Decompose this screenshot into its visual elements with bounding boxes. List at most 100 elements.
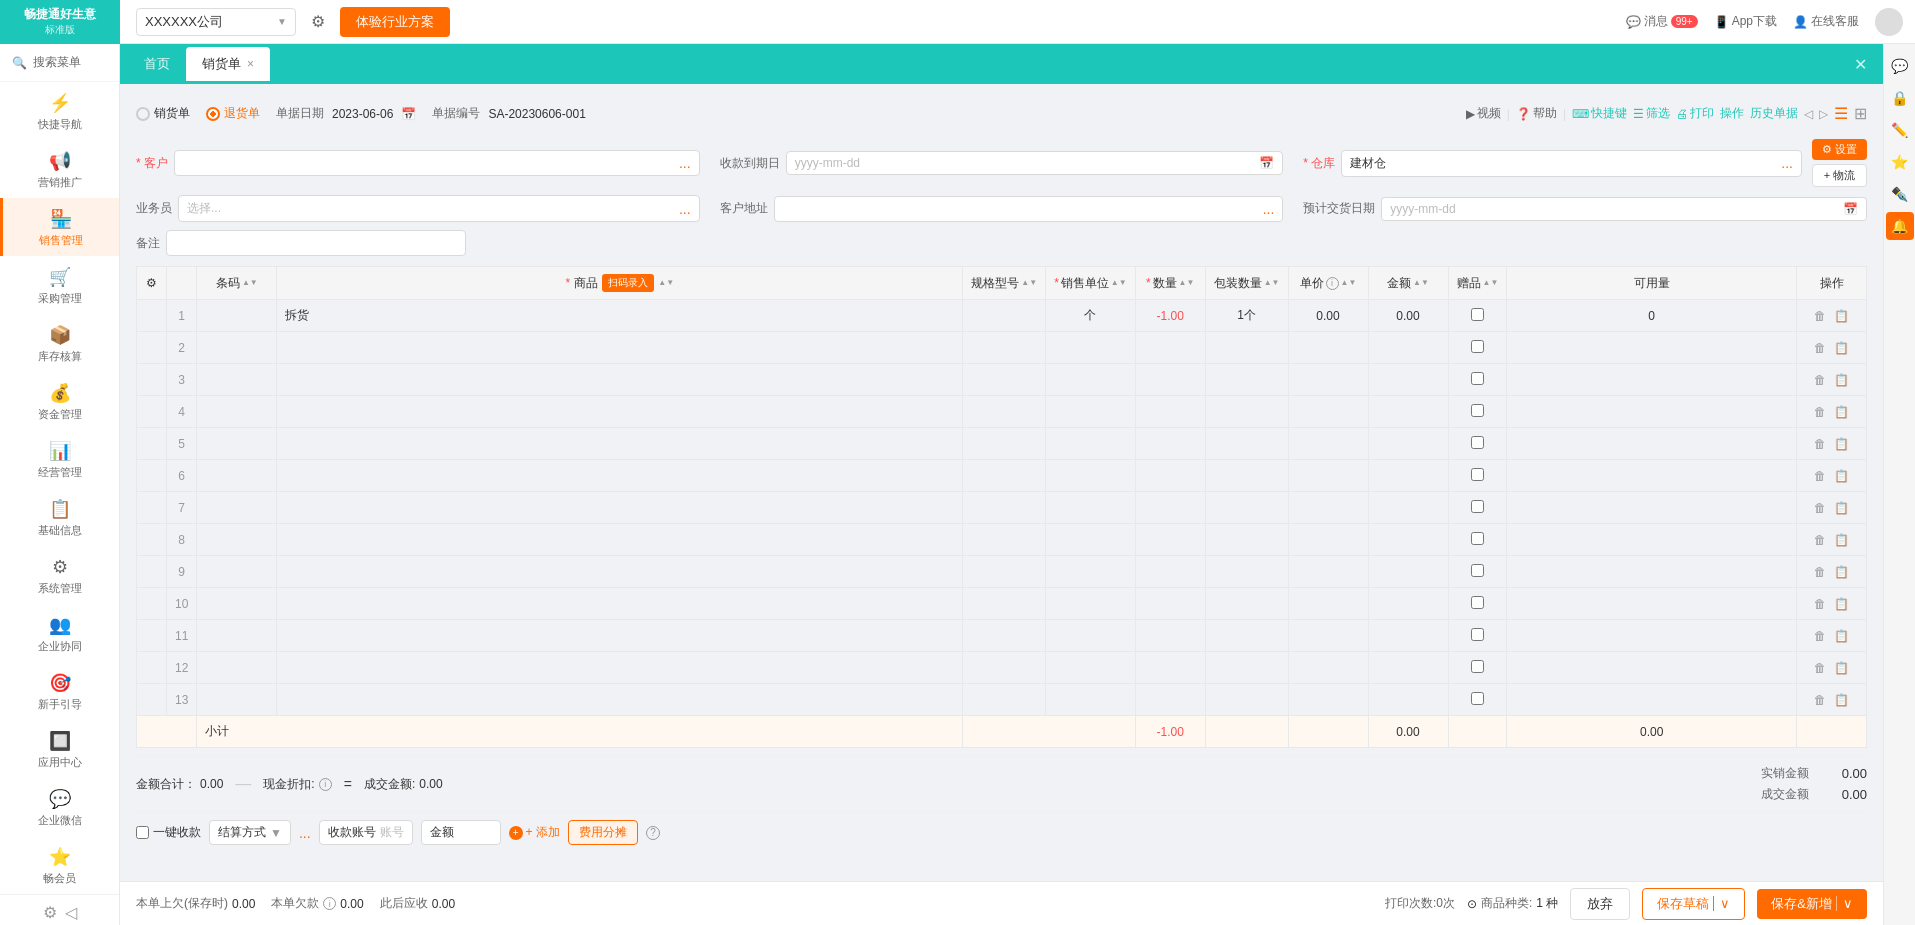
sidebar-item-inventory[interactable]: 📦 库存核算 [0,314,119,372]
account-select[interactable]: 收款账号 账号 [319,820,413,845]
right-panel-pen-icon[interactable]: ✒️ [1886,180,1914,208]
customer-dots[interactable]: ... [679,155,691,171]
sidebar-item-basic-info[interactable]: 📋 基础信息 [0,488,119,546]
video-btn[interactable]: ▶视频 [1466,105,1501,122]
copy-row-icon[interactable]: 📋 [1834,693,1849,707]
right-panel-lock-icon[interactable]: 🔒 [1886,84,1914,112]
sidebar-item-apps[interactable]: 🔲 应用中心 [0,720,119,778]
list-view-icon[interactable]: ☰ [1834,104,1848,123]
delete-row-icon[interactable]: 🗑 [1814,565,1826,579]
amount-input[interactable]: 金额 [421,820,501,845]
sidebar-item-system[interactable]: ⚙ 系统管理 [0,546,119,604]
gift-checkbox[interactable] [1471,532,1484,545]
gift-checkbox[interactable] [1471,436,1484,449]
sidebar-item-guide[interactable]: 🎯 新手引导 [0,662,119,720]
next-page-icon[interactable]: ▷ [1819,107,1828,121]
history-btn[interactable]: 历史单据 [1750,105,1798,122]
salesperson-input[interactable]: 选择... ... [178,195,700,222]
address-input[interactable]: ... [774,196,1284,222]
copy-row-icon[interactable]: 📋 [1834,597,1849,611]
delete-row-icon[interactable]: 🗑 [1814,437,1826,451]
one-click-payment-checkbox[interactable]: 一键收款 [136,824,201,841]
calendar3-icon[interactable]: 📅 [1843,202,1858,216]
copy-row-icon[interactable]: 📋 [1834,533,1849,547]
tab-sales[interactable]: 销货单 × [186,47,270,81]
save-new-dropdown-icon[interactable]: ∨ [1836,896,1853,911]
company-selector[interactable]: XXXXXX公司 ▼ [136,8,296,36]
right-panel-edit-icon[interactable]: ✏️ [1886,116,1914,144]
copy-row-icon[interactable]: 📋 [1834,661,1849,675]
settings-bottom-icon[interactable]: ⚙ [43,903,57,922]
payment-due-input[interactable]: yyyy-mm-dd 📅 [786,151,1284,175]
avatar[interactable] [1875,8,1903,36]
note-input[interactable] [166,230,466,256]
sidebar-item-member[interactable]: ⭐ 畅会员 [0,836,119,894]
right-panel-star-icon[interactable]: ⭐ [1886,148,1914,176]
sidebar-item-operations[interactable]: 📊 经营管理 [0,430,119,488]
payment-checkbox[interactable] [136,826,149,839]
save-new-button[interactable]: 保存&新增 ∨ [1757,889,1867,919]
close-main-icon[interactable]: ✕ [1846,51,1875,78]
sidebar-item-sales[interactable]: 🏪 销售管理 [0,198,119,256]
copy-row-icon[interactable]: 📋 [1834,469,1849,483]
help-btn[interactable]: ❓帮助 [1516,105,1557,122]
delete-row-icon[interactable]: 🗑 [1814,597,1826,611]
warehouse-input[interactable]: 建材仓 ... [1341,150,1802,177]
salesperson-dots[interactable]: ... [679,201,691,217]
collapse-icon[interactable]: ◁ [65,903,77,922]
gift-checkbox[interactable] [1471,308,1484,321]
price-info-icon[interactable]: i [1326,277,1339,290]
payment-method-select[interactable]: 结算方式 ▼ [209,820,291,845]
tab-home[interactable]: 首页 [128,47,186,81]
save-draft-button[interactable]: 保存草稿 ∨ [1642,888,1745,920]
copy-row-icon[interactable]: 📋 [1834,629,1849,643]
gift-checkbox[interactable] [1471,564,1484,577]
online-service-button[interactable]: 👤 在线客服 [1793,13,1859,30]
radio-return[interactable]: 退货单 [206,105,260,122]
prev-page-icon[interactable]: ◁ [1804,107,1813,121]
copy-row-icon[interactable]: 📋 [1834,405,1849,419]
settings-button[interactable]: ⚙ 设置 [1812,139,1867,160]
expense-help-icon[interactable]: ? [646,826,660,840]
table-settings-icon[interactable]: ⚙ [137,267,167,300]
settings-icon[interactable]: ⚙ [304,8,332,36]
copy-row-icon[interactable]: 📋 [1834,437,1849,451]
gift-checkbox[interactable] [1471,372,1484,385]
address-dots[interactable]: ... [1263,201,1275,217]
delete-row-icon[interactable]: 🗑 [1814,373,1826,387]
gift-checkbox[interactable] [1471,660,1484,673]
sidebar-item-nav[interactable]: ⚡ 快捷导航 [0,82,119,140]
trial-button[interactable]: 体验行业方案 [340,7,450,37]
copy-row-icon[interactable]: 📋 [1834,373,1849,387]
shortcut-btn[interactable]: ⌨快捷键 [1572,105,1627,122]
gift-checkbox[interactable] [1471,404,1484,417]
discount-info-icon[interactable]: i [319,778,332,791]
copy-row-icon[interactable]: 📋 [1834,565,1849,579]
warehouse-dots[interactable]: ... [1781,155,1793,171]
sidebar-item-search[interactable]: 🔍 搜索菜单 [0,44,119,82]
delete-row-icon[interactable]: 🗑 [1814,309,1826,323]
delete-row-icon[interactable]: 🗑 [1814,405,1826,419]
delete-row-icon[interactable]: 🗑 [1814,629,1826,643]
sidebar-item-marketing[interactable]: 📢 营销推广 [0,140,119,198]
copy-row-icon[interactable]: 📋 [1834,341,1849,355]
delete-row-icon[interactable]: 🗑 [1814,533,1826,547]
grid-view-icon[interactable]: ⊞ [1854,104,1867,123]
calendar2-icon[interactable]: 📅 [1259,156,1274,170]
logistics-button[interactable]: + 物流 [1812,164,1867,187]
delete-row-icon[interactable]: 🗑 [1814,469,1826,483]
delete-row-icon[interactable]: 🗑 [1814,693,1826,707]
app-download-button[interactable]: 📱 App下载 [1714,13,1777,30]
abandon-button[interactable]: 放弃 [1570,888,1630,920]
gift-checkbox[interactable] [1471,692,1484,705]
filter-btn[interactable]: ☰筛选 [1633,105,1670,122]
delete-row-icon[interactable]: 🗑 [1814,341,1826,355]
gift-checkbox[interactable] [1471,340,1484,353]
expected-date-input[interactable]: yyyy-mm-dd 📅 [1381,197,1867,221]
copy-row-icon[interactable]: 📋 [1834,501,1849,515]
add-button[interactable]: + + 添加 [509,824,560,841]
goods-type-icon[interactable]: ⊙ [1467,897,1477,911]
customer-input[interactable]: ... [174,150,700,176]
tab-close-icon[interactable]: × [247,57,254,71]
copy-row-icon[interactable]: 📋 [1834,309,1849,323]
